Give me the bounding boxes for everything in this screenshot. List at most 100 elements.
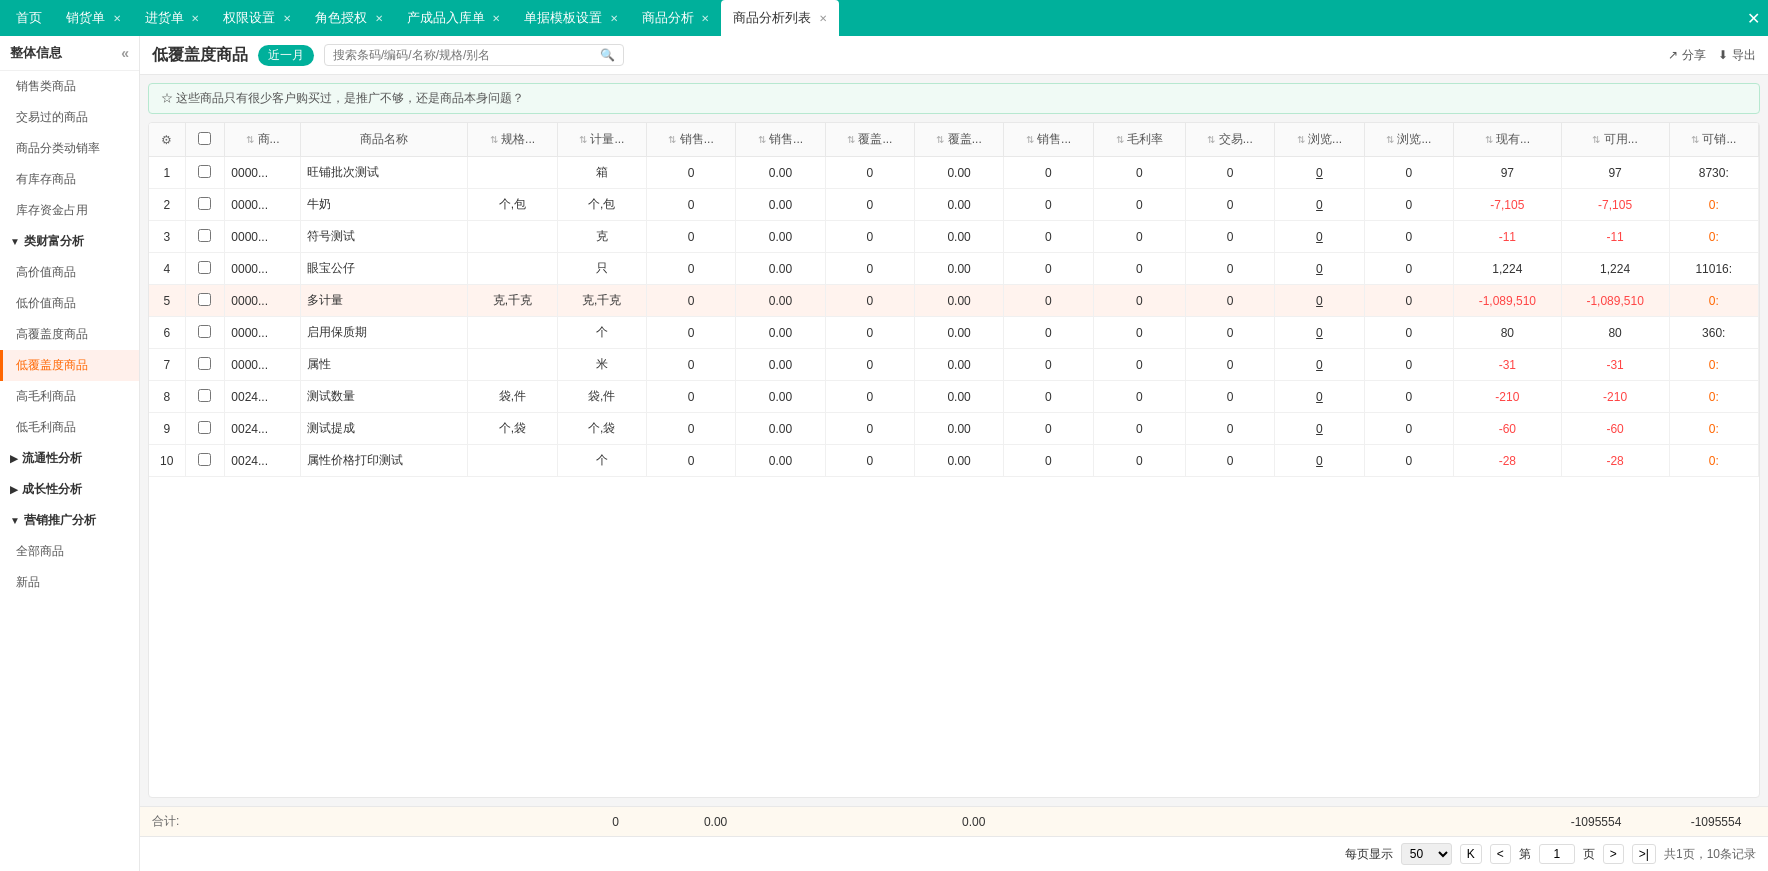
- settings-icon[interactable]: ⚙: [161, 133, 172, 147]
- select-all-checkbox[interactable]: [198, 132, 211, 145]
- sidebar-group-wealth[interactable]: ▼ 类财富分析: [0, 226, 139, 257]
- sidebar-collapse-btn[interactable]: «: [121, 45, 129, 61]
- close-permission-tab[interactable]: ✕: [283, 13, 291, 24]
- col-avail[interactable]: ⇅ 可用...: [1561, 123, 1669, 157]
- col-spec[interactable]: ⇅ 规格...: [468, 123, 557, 157]
- row-browse1[interactable]: 0: [1275, 285, 1364, 317]
- nav-tab-sales[interactable]: 销货单 ✕: [54, 0, 133, 36]
- row-checkbox[interactable]: [185, 349, 225, 381]
- row-checkbox[interactable]: [185, 317, 225, 349]
- last-page-btn[interactable]: >|: [1632, 844, 1656, 864]
- col-name[interactable]: 商品名称: [301, 123, 468, 157]
- row-current: -11: [1453, 221, 1561, 253]
- col-cover2[interactable]: ⇅ 覆盖...: [914, 123, 1003, 157]
- col-code[interactable]: ⇅ 商...: [225, 123, 301, 157]
- row-checkbox[interactable]: [185, 189, 225, 221]
- sidebar-group-growth[interactable]: ▶ 成长性分析: [0, 474, 139, 505]
- row-checkbox[interactable]: [185, 445, 225, 477]
- col-sale2[interactable]: ⇅ 销售...: [736, 123, 825, 157]
- sidebar-item-new-goods[interactable]: 新品: [0, 567, 139, 598]
- row-browse1[interactable]: 0: [1275, 381, 1364, 413]
- row-browse1[interactable]: 0: [1275, 253, 1364, 285]
- row-checkbox[interactable]: [185, 413, 225, 445]
- row-browse1[interactable]: 0: [1275, 189, 1364, 221]
- col-trade[interactable]: ⇅ 交易...: [1185, 123, 1274, 157]
- col-settings[interactable]: ⚙: [149, 123, 185, 157]
- nav-tab-template[interactable]: 单据模板设置 ✕: [512, 0, 630, 36]
- row-browse2: 0: [1364, 349, 1453, 381]
- filter-tag[interactable]: 近一月: [258, 45, 314, 66]
- search-icon[interactable]: 🔍: [600, 48, 615, 62]
- sidebar-item-low-profit[interactable]: 低毛利商品: [0, 412, 139, 443]
- sidebar-item-low-coverage[interactable]: 低覆盖度商品: [0, 350, 139, 381]
- nav-tab-analysis[interactable]: 商品分析 ✕: [630, 0, 722, 36]
- col-sale3[interactable]: ⇅ 销售...: [1004, 123, 1093, 157]
- sidebar-item-high-coverage[interactable]: 高覆盖度商品: [0, 319, 139, 350]
- row-name: 符号测试: [301, 221, 468, 253]
- row-checkbox[interactable]: [185, 253, 225, 285]
- close-role-tab[interactable]: ✕: [375, 13, 383, 24]
- row-checkbox[interactable]: [185, 285, 225, 317]
- page-input[interactable]: [1539, 844, 1575, 864]
- first-page-btn[interactable]: K: [1460, 844, 1482, 864]
- row-browse1[interactable]: 0: [1275, 221, 1364, 253]
- row-browse1[interactable]: 0: [1275, 413, 1364, 445]
- row-trade: 0: [1185, 189, 1274, 221]
- close-sales-tab[interactable]: ✕: [113, 13, 121, 24]
- row-browse1[interactable]: 0: [1275, 317, 1364, 349]
- row-avail: -1,089,510: [1561, 285, 1669, 317]
- export-icon: ⬇: [1718, 48, 1728, 62]
- close-all-tabs[interactable]: ✕: [1747, 9, 1760, 28]
- col-browse1[interactable]: ⇅ 浏览...: [1275, 123, 1364, 157]
- share-icon: ↗: [1668, 48, 1678, 62]
- page-size-select[interactable]: 50 100 200: [1401, 843, 1452, 865]
- col-cover1[interactable]: ⇅ 覆盖...: [825, 123, 914, 157]
- row-current: 80: [1453, 317, 1561, 349]
- row-checkbox[interactable]: [185, 157, 225, 189]
- row-sale2: 0.00: [736, 285, 825, 317]
- search-input[interactable]: [333, 48, 596, 62]
- row-checkbox[interactable]: [185, 381, 225, 413]
- sidebar-item-low-value[interactable]: 低价值商品: [0, 288, 139, 319]
- export-button[interactable]: ⬇ 导出: [1718, 47, 1756, 64]
- nav-tab-warehouse[interactable]: 产成品入库单 ✕: [395, 0, 513, 36]
- col-unit[interactable]: ⇅ 计量...: [557, 123, 646, 157]
- sidebar-group-circulation[interactable]: ▶ 流通性分析: [0, 443, 139, 474]
- sidebar-item-in-stock[interactable]: 有库存商品: [0, 164, 139, 195]
- sidebar-item-sales-goods[interactable]: 销售类商品: [0, 71, 139, 102]
- row-name: 眼宝公仔: [301, 253, 468, 285]
- footer-avail: -1095554: [1676, 815, 1756, 829]
- close-analysis-tab[interactable]: ✕: [701, 13, 709, 24]
- info-bar: ☆ 这些商品只有很少客户购买过，是推广不够，还是商品本身问题？: [148, 83, 1760, 114]
- prev-page-btn[interactable]: <: [1490, 844, 1511, 864]
- nav-tab-home[interactable]: 首页: [4, 0, 54, 36]
- close-purchase-tab[interactable]: ✕: [191, 13, 199, 24]
- col-sale1[interactable]: ⇅ 销售...: [646, 123, 735, 157]
- row-checkbox[interactable]: [185, 221, 225, 253]
- close-warehouse-tab[interactable]: ✕: [492, 13, 500, 24]
- col-current[interactable]: ⇅ 现有...: [1453, 123, 1561, 157]
- row-gross: 0: [1093, 285, 1185, 317]
- sidebar-item-stock-fund[interactable]: 库存资金占用: [0, 195, 139, 226]
- share-button[interactable]: ↗ 分享: [1668, 47, 1706, 64]
- sidebar-item-high-value[interactable]: 高价值商品: [0, 257, 139, 288]
- sidebar-item-traded-goods[interactable]: 交易过的商品: [0, 102, 139, 133]
- sidebar-item-all-goods[interactable]: 全部商品: [0, 536, 139, 567]
- row-browse1[interactable]: 0: [1275, 349, 1364, 381]
- row-current: -28: [1453, 445, 1561, 477]
- sidebar-item-high-profit[interactable]: 高毛利商品: [0, 381, 139, 412]
- row-browse1[interactable]: 0: [1275, 157, 1364, 189]
- row-browse1[interactable]: 0: [1275, 445, 1364, 477]
- nav-tab-purchase[interactable]: 进货单 ✕: [133, 0, 212, 36]
- close-template-tab[interactable]: ✕: [610, 13, 618, 24]
- col-browse2[interactable]: ⇅ 浏览...: [1364, 123, 1453, 157]
- nav-tab-analysis-list[interactable]: 商品分析列表 ✕: [721, 0, 839, 36]
- sidebar-item-category-rate[interactable]: 商品分类动销率: [0, 133, 139, 164]
- col-gross[interactable]: ⇅ 毛利率: [1093, 123, 1185, 157]
- nav-tab-permission[interactable]: 权限设置 ✕: [211, 0, 303, 36]
- col-saleable[interactable]: ⇅ 可销...: [1669, 123, 1758, 157]
- sidebar-group-marketing[interactable]: ▼ 营销推广分析: [0, 505, 139, 536]
- nav-tab-role[interactable]: 角色授权 ✕: [303, 0, 395, 36]
- close-analysis-list-tab[interactable]: ✕: [819, 13, 827, 24]
- next-page-btn[interactable]: >: [1603, 844, 1624, 864]
